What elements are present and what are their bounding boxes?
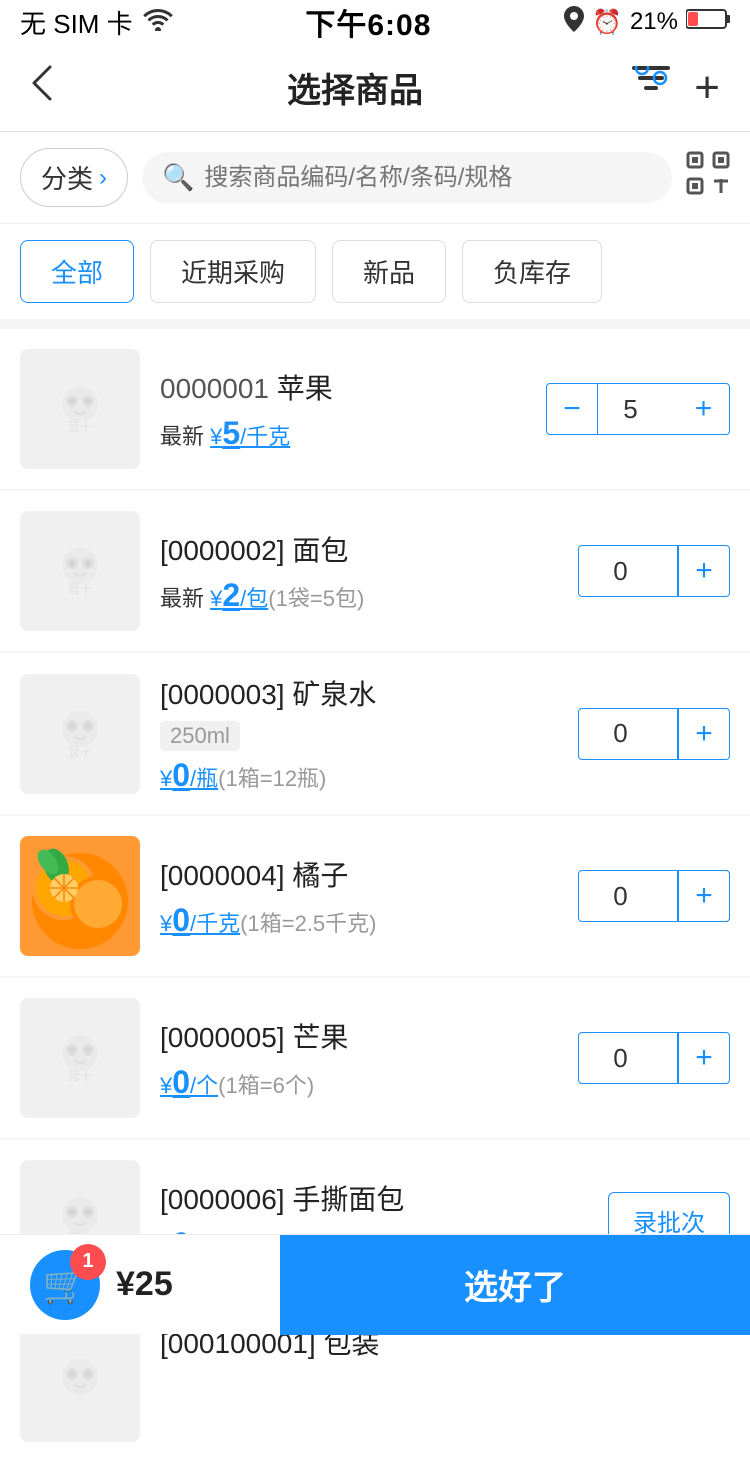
quantity-control-0000002: + (578, 545, 730, 597)
quantity-control-0000004: + (578, 870, 730, 922)
scan-icon[interactable] (686, 151, 730, 204)
filter-icon[interactable] (632, 66, 670, 109)
list-item: 营十 [0000003] 矿泉水 250ml ¥0/瓶(1箱=12瓶) + (0, 653, 750, 814)
quantity-input[interactable] (578, 870, 678, 922)
product-info-0000005: [0000005] 芒果 ¥0/个(1箱=6个) (160, 1016, 578, 1101)
cart-total: ¥25 (116, 1265, 173, 1304)
category-button[interactable]: 分类 › (20, 148, 128, 207)
wifi-icon (143, 7, 173, 38)
list-item: 营十 [0000005] 芒果 ¥0/个(1箱=6个) + (0, 978, 750, 1138)
product-price: 最新 ¥5/千克 (160, 415, 546, 452)
svg-text:营十: 营十 (68, 1069, 92, 1083)
product-price: 最新 ¥2/包(1袋=5包) (160, 577, 578, 614)
increase-button[interactable]: + (678, 870, 730, 922)
tab-new[interactable]: 新品 (332, 240, 446, 303)
product-price: ¥0/千克(1箱=2.5千克) (160, 902, 578, 939)
nav-actions: + (620, 63, 720, 113)
nav-bar: 选择商品 + (0, 44, 750, 132)
svg-text:营十: 营十 (68, 582, 92, 596)
quantity-input[interactable] (578, 545, 678, 597)
status-left: 无 SIM 卡 (20, 4, 173, 41)
product-name: [0000003] 矿泉水 (160, 673, 578, 713)
increase-button[interactable]: + (678, 383, 730, 435)
list-item: [0000004] 橘子 ¥0/千克(1箱=2.5千克) + (0, 816, 750, 976)
product-name: [0000002] 面包 (160, 529, 578, 569)
tab-all[interactable]: 全部 (20, 240, 134, 303)
quantity-input[interactable] (598, 383, 678, 435)
product-price: ¥0/个(1箱=6个) (160, 1064, 578, 1101)
list-item: 营十 0000001 苹果 最新 ¥5/千克 − + (0, 329, 750, 489)
location-icon (564, 6, 584, 39)
battery-icon (686, 8, 730, 37)
alarm-icon: ⏰ (592, 8, 622, 37)
decrease-button[interactable]: − (546, 383, 598, 435)
product-spec: 250ml (160, 721, 240, 751)
status-time: 下午6:08 (305, 0, 431, 44)
tab-negative-stock[interactable]: 负库存 (462, 240, 602, 303)
quantity-input[interactable] (578, 1032, 678, 1084)
back-button[interactable] (30, 63, 90, 113)
list-item: 营十 [0000002] 面包 最新 ¥2/包(1袋=5包) + (0, 491, 750, 651)
increase-button[interactable]: + (678, 545, 730, 597)
cart-section: 🛒 1 ¥25 (0, 1250, 280, 1320)
product-info-0000003: [0000003] 矿泉水 250ml ¥0/瓶(1箱=12瓶) (160, 673, 578, 794)
product-info-0000001: 0000001 苹果 最新 ¥5/千克 (160, 367, 546, 452)
product-info-0000002: [0000002] 面包 最新 ¥2/包(1袋=5包) (160, 529, 578, 614)
quantity-control-0000003: + (578, 708, 730, 760)
quantity-control-0000001: − + (546, 383, 730, 435)
search-input-wrap: 🔍 (142, 152, 672, 203)
filter-tabs: 全部 近期采购 新品 负库存 (0, 224, 750, 319)
search-bar: 分类 › 🔍 (0, 132, 750, 224)
search-icon: 🔍 (162, 162, 194, 193)
cart-badge: 1 (70, 1244, 106, 1280)
cart-button[interactable]: 🛒 1 (30, 1250, 100, 1320)
product-image-0000001: 营十 (20, 349, 140, 469)
product-image-0000005: 营十 (20, 998, 140, 1118)
svg-text:营十: 营十 (68, 420, 92, 434)
bottom-bar: 🛒 1 ¥25 选好了 (0, 1234, 750, 1334)
battery-text: 21% (630, 8, 678, 36)
quantity-input[interactable] (578, 708, 678, 760)
confirm-button[interactable]: 选好了 (280, 1235, 750, 1335)
product-image-partial (20, 1322, 140, 1442)
svg-text:营十: 营十 (68, 745, 92, 759)
status-bar: 无 SIM 卡 下午6:08 ⏰ 21% (0, 0, 750, 44)
increase-button[interactable]: + (678, 1032, 730, 1084)
product-image-0000003: 营十 (20, 674, 140, 794)
product-name: [0000005] 芒果 (160, 1016, 578, 1056)
product-name: 0000001 苹果 (160, 367, 546, 407)
status-right: ⏰ 21% (564, 6, 730, 39)
quantity-control-0000005: + (578, 1032, 730, 1084)
carrier-text: 无 SIM 卡 (20, 4, 133, 41)
search-input[interactable] (204, 164, 652, 192)
product-info-0000004: [0000004] 橘子 ¥0/千克(1箱=2.5千克) (160, 854, 578, 939)
add-icon[interactable]: + (694, 63, 720, 113)
product-image-0000004 (20, 836, 140, 956)
product-image-0000002: 营十 (20, 511, 140, 631)
increase-button[interactable]: + (678, 708, 730, 760)
tab-recent[interactable]: 近期采购 (150, 240, 316, 303)
page-title: 选择商品 (90, 63, 620, 112)
product-name: [0000006] 手撕面包 (160, 1178, 608, 1218)
product-price: ¥0/瓶(1箱=12瓶) (160, 757, 578, 794)
product-name: [0000004] 橘子 (160, 854, 578, 894)
